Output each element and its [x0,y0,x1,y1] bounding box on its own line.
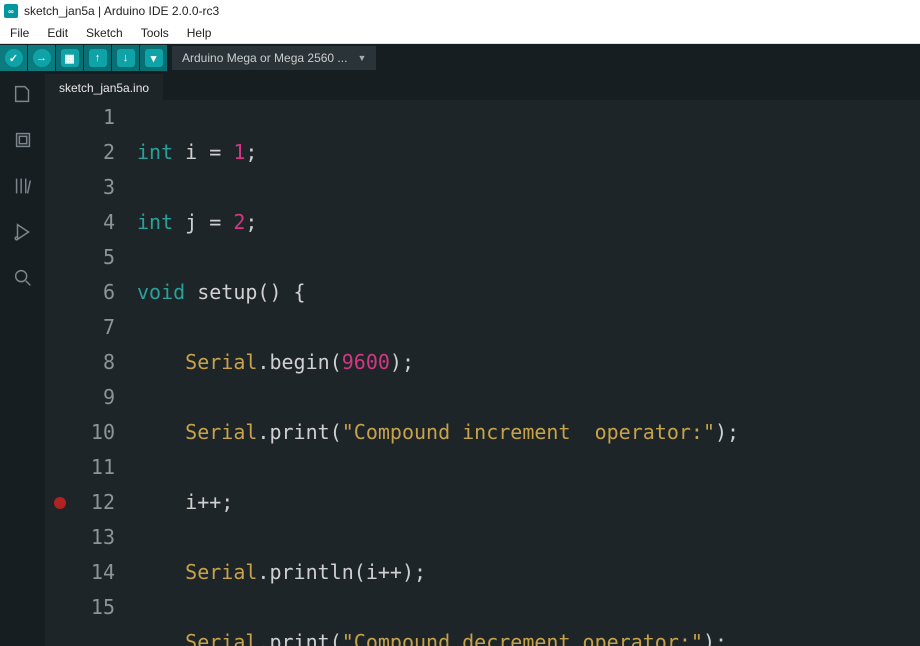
code-content[interactable]: int i = 1; int j = 2; void setup() { Ser… [127,100,920,646]
arrow-up-icon: ↑ [89,49,107,67]
code-line: Serial.println(i++); [137,555,920,590]
menu-edit[interactable]: Edit [39,24,76,42]
chevron-down-icon: ▼ [357,53,366,63]
debug-icon[interactable] [11,220,35,244]
arrow-right-icon: → [33,49,51,67]
line-number: 12 [75,485,115,520]
line-number: 5 [75,240,115,275]
boards-manager-icon[interactable] [11,128,35,152]
activity-bar [0,72,45,646]
breakpoint-gutter[interactable] [45,100,75,646]
toolbar: ✓ → ▦ ↑ ↓ ▾ Arduino Mega or Mega 2560 ..… [0,44,920,72]
line-number: 11 [75,450,115,485]
tab-bar: sketch_jan5a.ino [45,72,920,100]
line-number: 4 [75,205,115,240]
app-body: sketch_jan5a.ino 1 2 3 4 5 6 7 8 9 10 11 [0,72,920,646]
menu-tools[interactable]: Tools [133,24,177,42]
line-number: 13 [75,520,115,555]
explorer-icon[interactable] [11,82,35,106]
line-number: 3 [75,170,115,205]
new-button[interactable]: ▦ [56,45,83,71]
menu-file[interactable]: File [2,24,37,42]
caret-down-icon: ▾ [145,49,163,67]
code-line: i++; [137,485,920,520]
line-number: 15 [75,590,115,625]
board-selector[interactable]: Arduino Mega or Mega 2560 ... ▼ [172,46,376,70]
line-number: 8 [75,345,115,380]
search-icon[interactable] [11,266,35,290]
open-button[interactable]: ↑ [84,45,111,71]
code-line: int i = 1; [137,135,920,170]
menubar: File Edit Sketch Tools Help [0,22,920,44]
code-editor[interactable]: 1 2 3 4 5 6 7 8 9 10 11 12 13 14 15 int … [45,100,920,646]
upload-button[interactable]: → [28,45,55,71]
board-label: Arduino Mega or Mega 2560 ... [182,51,347,65]
save-button[interactable]: ↓ [112,45,139,71]
line-number: 1 [75,100,115,135]
editor: sketch_jan5a.ino 1 2 3 4 5 6 7 8 9 10 11 [45,72,920,646]
library-manager-icon[interactable] [11,174,35,198]
window-titlebar: ∞ sketch_jan5a | Arduino IDE 2.0.0-rc3 [0,0,920,22]
line-number: 6 [75,275,115,310]
code-line: Serial.print("Compound increment operato… [137,415,920,450]
window-title: sketch_jan5a | Arduino IDE 2.0.0-rc3 [24,4,219,18]
code-line: Serial.begin(9600); [137,345,920,380]
menu-help[interactable]: Help [179,24,220,42]
app-icon: ∞ [4,4,18,18]
line-number: 9 [75,380,115,415]
serial-monitor-button[interactable]: ▾ [140,45,167,71]
breakpoint-dot[interactable] [54,497,66,509]
code-line: Serial.print("Compound decrement operato… [137,625,920,646]
arrow-down-icon: ↓ [117,49,135,67]
line-number: 14 [75,555,115,590]
code-line: int j = 2; [137,205,920,240]
line-number: 2 [75,135,115,170]
tab-sketch[interactable]: sketch_jan5a.ino [45,74,163,100]
menu-sketch[interactable]: Sketch [78,24,131,42]
verify-button[interactable]: ✓ [0,45,27,71]
grid-icon: ▦ [61,49,79,67]
line-number: 10 [75,415,115,450]
line-number-gutter: 1 2 3 4 5 6 7 8 9 10 11 12 13 14 15 [75,100,127,646]
line-number: 7 [75,310,115,345]
check-icon: ✓ [5,49,23,67]
code-line: void setup() { [137,275,920,310]
